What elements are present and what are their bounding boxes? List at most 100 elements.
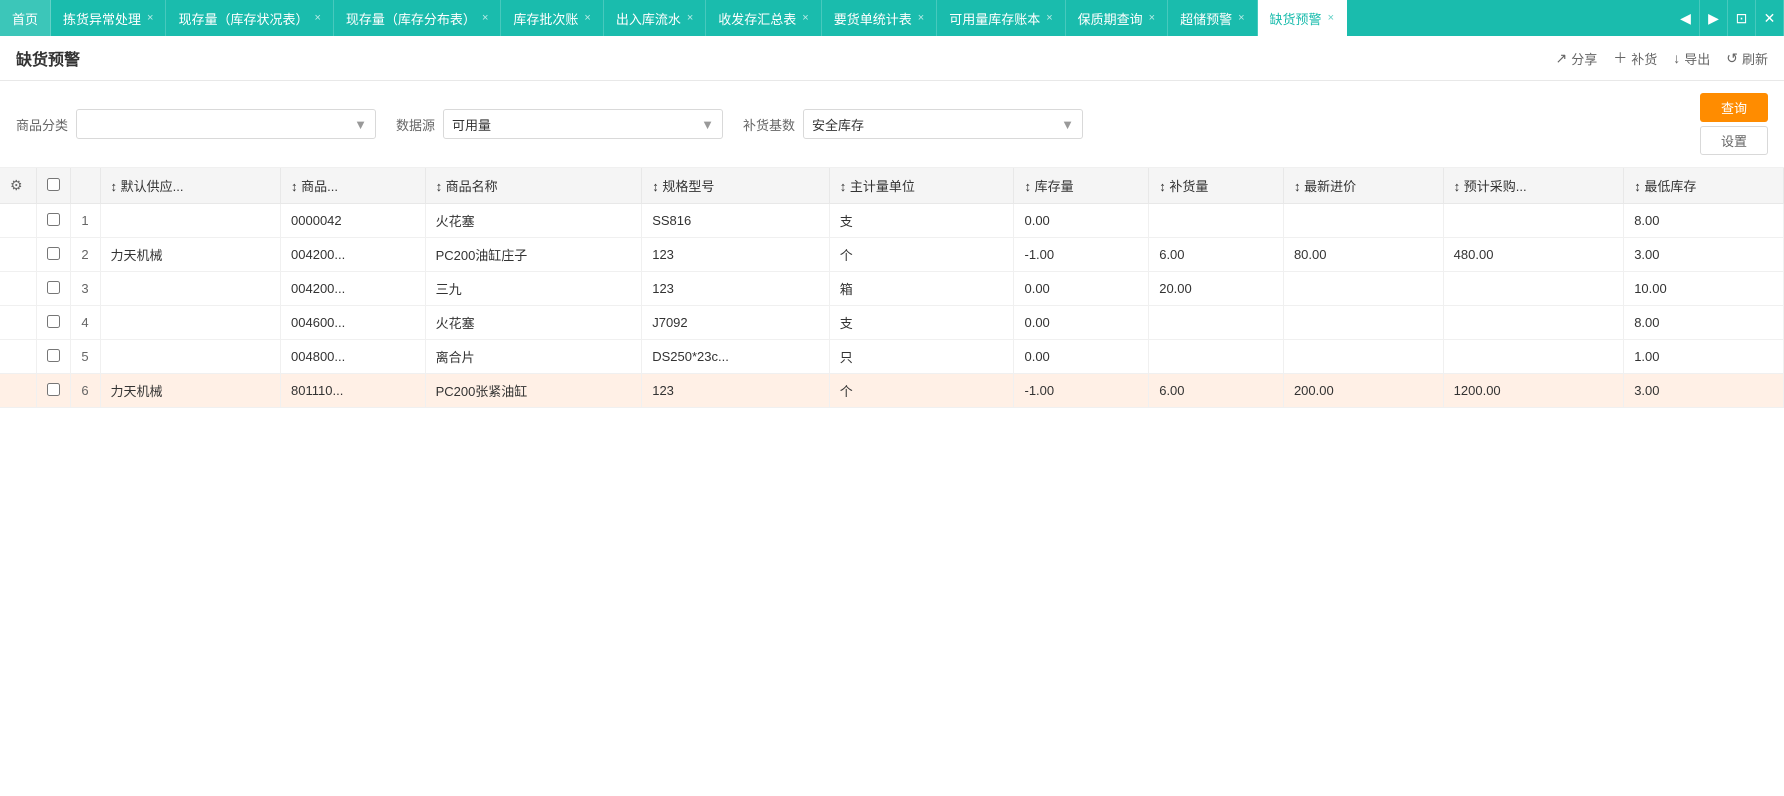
tab-close-icon-8[interactable]: × — [1046, 12, 1052, 24]
query-button[interactable]: 查询 — [1700, 93, 1768, 122]
filter-bar: 商品分类 ▼ 数据源 可用量 ▼ 补货基数 安全库存 ▼ 查询 设置 — [0, 81, 1784, 168]
nav-prev-button[interactable]: ◀ — [1672, 0, 1700, 36]
nav-tab-5[interactable]: 出入库流水× — [604, 0, 706, 36]
select-all-checkbox[interactable] — [47, 178, 60, 191]
row-checkbox-cell — [36, 306, 70, 340]
top-nav: 首页拣货异常处理×现存量（库存状况表）×现存量（库存分布表）×库存批次账×出入库… — [0, 0, 1784, 36]
nav-window-button[interactable]: ⊡ — [1728, 0, 1756, 36]
row-replenish: 6.00 — [1149, 238, 1284, 272]
replenish-button[interactable]: ＋ 补货 — [1613, 48, 1657, 68]
data-table: ⚙ ↕ 默认供应... ↕ 商品... ↕ 商品名称 ↕ 规格型号 ↕ 主计量单… — [0, 168, 1784, 408]
row-checkbox-cell — [36, 340, 70, 374]
nav-tab-4[interactable]: 库存批次账× — [501, 0, 603, 36]
row-min-stock: 8.00 — [1624, 204, 1784, 238]
row-min-stock: 3.00 — [1624, 374, 1784, 408]
tab-close-icon-7[interactable]: × — [918, 12, 924, 24]
row-unit: 支 — [829, 204, 1014, 238]
tab-close-icon-1[interactable]: × — [147, 12, 153, 24]
column-settings-button[interactable]: ⚙ — [10, 177, 23, 194]
datasource-select[interactable]: 可用量 ▼ — [443, 109, 723, 139]
share-button[interactable]: ↗ 分享 — [1555, 49, 1597, 68]
row-stock: 0.00 — [1014, 306, 1149, 340]
col-spec: ↕ 规格型号 — [642, 168, 830, 204]
row-stock: 0.00 — [1014, 340, 1149, 374]
tab-close-icon-2[interactable]: × — [314, 12, 320, 24]
nav-close-button[interactable]: ✕ — [1756, 0, 1784, 36]
nav-tab-0[interactable]: 首页 — [0, 0, 51, 36]
nav-tab-3[interactable]: 现存量（库存分布表）× — [334, 0, 501, 36]
row-unit: 个 — [829, 238, 1014, 272]
row-latest-price — [1283, 204, 1443, 238]
settings-button[interactable]: 设置 — [1700, 126, 1768, 155]
nav-tab-10[interactable]: 超储预警× — [1168, 0, 1257, 36]
row-stock: -1.00 — [1014, 374, 1149, 408]
replenish-base-select[interactable]: 安全库存 ▼ — [803, 109, 1083, 139]
col-supplier: ↕ 默认供应... — [100, 168, 281, 204]
row-unit: 个 — [829, 374, 1014, 408]
filter-actions: 查询 设置 — [1700, 93, 1768, 155]
row-checkbox-0[interactable] — [47, 213, 60, 226]
col-min-stock: ↕ 最低库存 — [1624, 168, 1784, 204]
row-min-stock: 8.00 — [1624, 306, 1784, 340]
tab-close-icon-3[interactable]: × — [482, 12, 488, 24]
tab-close-icon-4[interactable]: × — [584, 12, 590, 24]
tab-close-icon-9[interactable]: × — [1149, 12, 1155, 24]
refresh-button[interactable]: ↺ 刷新 — [1726, 49, 1768, 68]
row-code: 004200... — [281, 272, 426, 306]
nav-tab-6[interactable]: 收发存汇总表× — [706, 0, 821, 36]
row-est-purchase: 480.00 — [1443, 238, 1624, 272]
nav-tab-1[interactable]: 拣货异常处理× — [51, 0, 166, 36]
table-header-row: ⚙ ↕ 默认供应... ↕ 商品... ↕ 商品名称 ↕ 规格型号 ↕ 主计量单… — [0, 168, 1784, 204]
row-supplier — [100, 340, 281, 374]
col-unit: ↕ 主计量单位 — [829, 168, 1014, 204]
filter-datasource: 数据源 可用量 ▼ — [396, 109, 723, 139]
row-est-purchase — [1443, 340, 1624, 374]
row-checkbox-1[interactable] — [47, 247, 60, 260]
tab-close-icon-6[interactable]: × — [802, 12, 808, 24]
row-code: 004200... — [281, 238, 426, 272]
row-latest-price — [1283, 306, 1443, 340]
row-unit: 只 — [829, 340, 1014, 374]
export-button[interactable]: ↓ 导出 — [1673, 49, 1710, 68]
tab-close-icon-5[interactable]: × — [687, 12, 693, 24]
row-checkbox-2[interactable] — [47, 281, 60, 294]
row-replenish — [1149, 340, 1284, 374]
page-content: 缺货预警 ↗ 分享 ＋ 补货 ↓ 导出 ↺ 刷新 商品分类 — [0, 36, 1784, 796]
row-est-purchase — [1443, 272, 1624, 306]
col-checkbox — [36, 168, 70, 204]
nav-tab-9[interactable]: 保质期查询× — [1066, 0, 1168, 36]
row-code: 004600... — [281, 306, 426, 340]
row-checkbox-5[interactable] — [47, 383, 60, 396]
row-gear-cell — [0, 340, 36, 374]
table-row: 2 力天机械 004200... PC200油缸庄子 123 个 -1.00 6… — [0, 238, 1784, 272]
datasource-dropdown-icon: ▼ — [701, 117, 714, 132]
col-code: ↕ 商品... — [281, 168, 426, 204]
col-num — [70, 168, 100, 204]
nav-tab-8[interactable]: 可用量库存账本× — [937, 0, 1065, 36]
datasource-label: 数据源 — [396, 115, 435, 134]
col-replenish: ↕ 补货量 — [1149, 168, 1284, 204]
nav-tab-2[interactable]: 现存量（库存状况表）× — [166, 0, 333, 36]
tab-close-icon-11[interactable]: × — [1328, 12, 1334, 24]
row-num: 2 — [70, 238, 100, 272]
row-num: 5 — [70, 340, 100, 374]
nav-next-button[interactable]: ▶ — [1700, 0, 1728, 36]
col-est-purchase: ↕ 预计采购... — [1443, 168, 1624, 204]
row-gear-cell — [0, 272, 36, 306]
row-num: 3 — [70, 272, 100, 306]
nav-tab-7[interactable]: 要货单统计表× — [822, 0, 937, 36]
page-title: 缺货预警 — [16, 46, 1555, 70]
tab-close-icon-10[interactable]: × — [1238, 12, 1244, 24]
row-checkbox-3[interactable] — [47, 315, 60, 328]
row-code: 004800... — [281, 340, 426, 374]
row-spec: 123 — [642, 238, 830, 272]
nav-tab-11[interactable]: 缺货预警× — [1258, 0, 1347, 36]
category-select[interactable]: ▼ — [76, 109, 376, 139]
row-supplier — [100, 272, 281, 306]
row-latest-price: 80.00 — [1283, 238, 1443, 272]
row-checkbox-4[interactable] — [47, 349, 60, 362]
table-row: 5 004800... 离合片 DS250*23c... 只 0.00 1.00 — [0, 340, 1784, 374]
category-label: 商品分类 — [16, 115, 68, 134]
row-replenish: 20.00 — [1149, 272, 1284, 306]
row-gear-cell — [0, 306, 36, 340]
